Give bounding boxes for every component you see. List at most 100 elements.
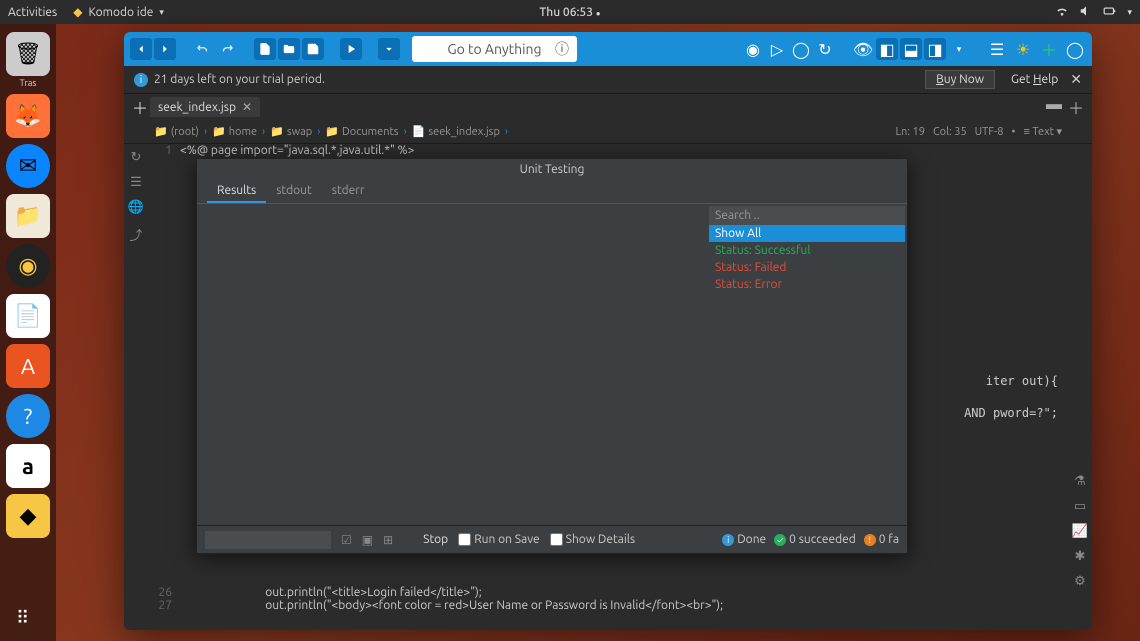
bc-home[interactable]: 📁 home bbox=[212, 125, 257, 138]
repeat-icon[interactable]: ↻ bbox=[814, 38, 836, 60]
sidebar-list-icon[interactable]: ☰ bbox=[130, 175, 142, 190]
sidebar-share-icon[interactable]: ⤴ bbox=[129, 225, 142, 244]
col-status: Col: 35 bbox=[933, 126, 967, 138]
dock-thunderbird[interactable]: ✉ bbox=[6, 144, 50, 188]
code-editor[interactable]: 1<%@ page import="java.sql.*,java.util.*… bbox=[148, 144, 1068, 630]
editor-main: ↻ ☰ 🌐 ⤴ 1<%@ page import="java.sql.*,jav… bbox=[124, 144, 1092, 630]
dropdown-button[interactable] bbox=[378, 38, 400, 60]
nav-forward-button[interactable] bbox=[154, 38, 176, 60]
dock-help[interactable]: ? bbox=[6, 394, 50, 438]
sidebar-gear-icon[interactable]: ⚙ bbox=[1074, 574, 1086, 589]
menu-icon[interactable]: ☰ bbox=[986, 38, 1008, 60]
new-file-button[interactable] bbox=[254, 38, 276, 60]
bc-root[interactable]: 📁 (root) bbox=[154, 125, 199, 138]
unit-results-area bbox=[199, 206, 705, 523]
save-macro-icon[interactable]: ◯ bbox=[790, 38, 812, 60]
close-trial-icon[interactable]: ✕ bbox=[1070, 71, 1082, 88]
tab-add-icon[interactable]: ＋ bbox=[1068, 95, 1084, 119]
dock-trash[interactable]: 🗑 bbox=[6, 32, 50, 76]
dock-software[interactable]: A bbox=[6, 344, 50, 388]
nav-back-button[interactable] bbox=[130, 38, 152, 60]
filter-successful[interactable]: Status: Successful bbox=[709, 242, 905, 259]
editor-tab-bar: ＋ seek_index.jsp ✕ ▬ ＋ bbox=[124, 94, 1092, 120]
activities-button[interactable]: Activities bbox=[8, 6, 57, 19]
sidebar-chart-icon[interactable]: 📈 bbox=[1072, 524, 1088, 539]
pane-left-icon[interactable]: ◧ bbox=[876, 38, 898, 60]
sidebar-box-icon[interactable]: ▭ bbox=[1074, 499, 1086, 514]
trash-label: Tras bbox=[20, 78, 37, 88]
code-fragment-1: iter out){ bbox=[986, 374, 1058, 388]
unit-testing-panel: Unit Testing Results stdout stderr Searc… bbox=[196, 158, 908, 554]
dock-komodo[interactable]: ◆ bbox=[6, 494, 50, 538]
encoding-status[interactable]: UTF-8 bbox=[975, 126, 1004, 138]
unit-plus-icon[interactable]: ⊞ bbox=[383, 533, 393, 547]
play-button[interactable] bbox=[340, 38, 362, 60]
sun-icon[interactable]: ☀ bbox=[1012, 38, 1034, 60]
open-folder-button[interactable] bbox=[278, 38, 300, 60]
redo-button[interactable] bbox=[216, 38, 238, 60]
unit-filter-sidebar: Search .. Show All Status: Successful St… bbox=[709, 206, 905, 523]
dock-writer[interactable]: 📄 bbox=[6, 294, 50, 338]
app-menu[interactable]: ◆ Komodo ide ▾ bbox=[73, 5, 164, 19]
komodo-ide-window: Go to Anything ⓘ ◉ ▷ ◯ ↻ 👁 ◧ ⬓ ◨ ▾ ☰ ☀ ＋… bbox=[124, 32, 1092, 630]
battery-icon[interactable] bbox=[1103, 4, 1117, 21]
undo-button[interactable] bbox=[192, 38, 214, 60]
view-eye-icon[interactable]: 👁 bbox=[852, 38, 874, 60]
clock[interactable]: Thu 06:53 ● bbox=[539, 6, 600, 19]
system-menu-icon[interactable]: ▾ bbox=[1127, 7, 1132, 18]
ubuntu-top-bar: Activities ◆ Komodo ide ▾ Thu 06:53 ● ▾ bbox=[0, 0, 1140, 24]
show-details-checkbox[interactable]: Show Details bbox=[550, 533, 635, 546]
succeeded-badge: ✓0 succeeded bbox=[774, 533, 856, 546]
failed-badge: !0 fa bbox=[864, 533, 899, 546]
line-status: Ln: 19 bbox=[895, 126, 925, 138]
bc-documents[interactable]: 📁 Documents bbox=[325, 125, 398, 138]
unit-tab-results[interactable]: Results bbox=[207, 180, 266, 203]
pane-bottom-icon[interactable]: ⬓ bbox=[900, 38, 922, 60]
add-icon[interactable]: ＋ bbox=[1038, 38, 1060, 60]
dock-files[interactable]: 📁 bbox=[6, 194, 50, 238]
new-tab-button[interactable]: ＋ bbox=[130, 95, 150, 119]
unit-search-input[interactable]: Search .. bbox=[709, 206, 905, 225]
filter-failed[interactable]: Status: Failed bbox=[709, 259, 905, 276]
dock-clock[interactable]: ◉ bbox=[6, 244, 50, 288]
filter-show-all[interactable]: Show All bbox=[709, 225, 905, 242]
pane-dropdown-icon[interactable]: ▾ bbox=[948, 38, 970, 60]
unit-config-dropdown[interactable] bbox=[205, 531, 331, 549]
done-badge: iDone bbox=[722, 533, 766, 546]
pane-right-icon[interactable]: ◨ bbox=[924, 38, 946, 60]
circle-icon[interactable]: ◯ bbox=[1064, 38, 1086, 60]
unit-tab-stderr[interactable]: stderr bbox=[322, 180, 375, 203]
tab-list-icon[interactable]: ▬ bbox=[1046, 95, 1062, 119]
editor-tab[interactable]: seek_index.jsp ✕ bbox=[150, 97, 260, 117]
dock-apps-grid[interactable]: ⠿ bbox=[16, 608, 29, 629]
filter-error[interactable]: Status: Error bbox=[709, 276, 905, 293]
sidebar-globe-icon[interactable]: 🌐 bbox=[128, 200, 144, 215]
sidebar-star-icon[interactable]: ✱ bbox=[1075, 549, 1086, 564]
save-button[interactable] bbox=[302, 38, 324, 60]
bc-swap[interactable]: 📁 swap bbox=[270, 125, 312, 138]
go-to-anything-input[interactable]: Go to Anything ⓘ bbox=[412, 36, 577, 62]
dock-firefox[interactable]: 🦊 bbox=[6, 94, 50, 138]
volume-icon[interactable] bbox=[1079, 4, 1093, 21]
code-fragment-2: AND pword=?"; bbox=[964, 406, 1058, 420]
unit-tab-stdout[interactable]: stdout bbox=[266, 180, 322, 203]
sidebar-refresh-icon[interactable]: ↻ bbox=[131, 150, 142, 165]
info-icon: ⓘ bbox=[555, 39, 569, 59]
buy-now-button[interactable]: Buy Now bbox=[925, 70, 995, 89]
run-on-save-checkbox[interactable]: Run on Save bbox=[458, 533, 539, 546]
dock-amazon[interactable]: a bbox=[6, 444, 50, 488]
unit-minus-icon[interactable]: ▣ bbox=[362, 533, 373, 547]
sidebar-flask-icon[interactable]: ⚗ bbox=[1074, 474, 1086, 489]
syntax-mode[interactable]: ≡ Text ▾ bbox=[1023, 125, 1062, 138]
info-icon: i bbox=[134, 73, 148, 87]
close-tab-icon[interactable]: ✕ bbox=[242, 100, 252, 114]
unit-checkbox-icon[interactable]: ☑ bbox=[341, 533, 352, 547]
breadcrumb-bar: 📁 (root)› 📁 home› 📁 swap› 📁 Documents› 📄… bbox=[124, 120, 1092, 144]
get-help-link[interactable]: Get Help bbox=[1011, 73, 1058, 86]
wifi-icon[interactable] bbox=[1055, 4, 1069, 21]
search-placeholder: Go to Anything bbox=[447, 41, 541, 57]
record-macro-icon[interactable]: ◉ bbox=[742, 38, 764, 60]
bc-file[interactable]: 📄 seek_index.jsp bbox=[412, 125, 500, 138]
play-macro-icon[interactable]: ▷ bbox=[766, 38, 788, 60]
unit-stop-button[interactable]: Stop bbox=[423, 533, 448, 546]
